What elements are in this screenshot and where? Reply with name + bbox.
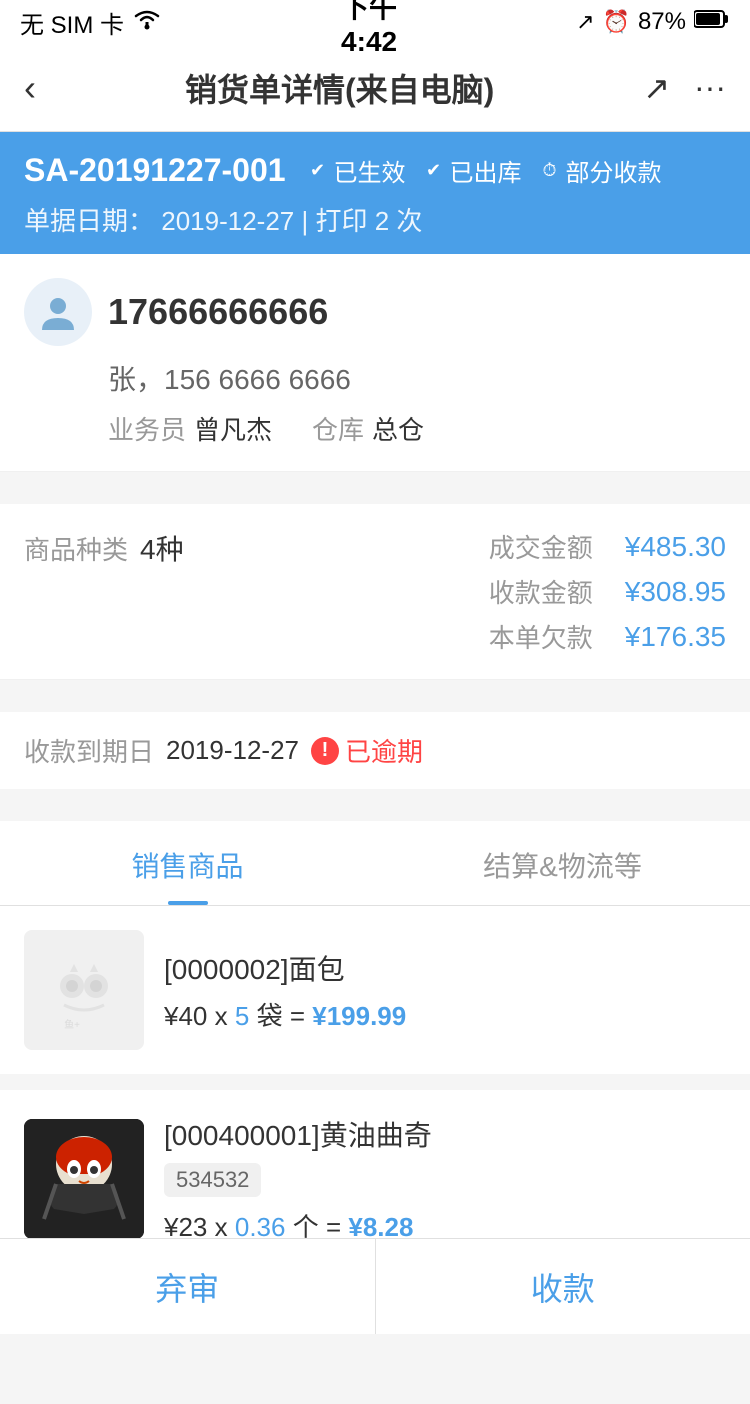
status-bar-right: ↗ ⏰ 87%: [576, 8, 730, 36]
banner-badges: ✔ 已生效 ✔ 已出库 ⏱ 部分收款: [306, 153, 662, 188]
tab-sales-label: 销售商品: [131, 851, 243, 882]
carrier-text: 无 SIM 卡: [20, 5, 124, 40]
product-price-1: ¥40 x 5 袋 = ¥199.99: [164, 996, 726, 1033]
divider-1: [0, 472, 750, 488]
order-date: 2019-12-27: [161, 206, 294, 236]
badge-effective-label: 已生效: [334, 153, 406, 188]
overdue-text: 已逾期: [345, 732, 423, 769]
customer-id: 17666666666: [108, 291, 328, 333]
location-icon: ↗: [576, 9, 594, 35]
deal-amount-label: 成交金额: [489, 528, 593, 565]
divider-2: [0, 680, 750, 696]
customer-meta: 业务员 曾凡杰 仓库 总仓: [24, 410, 726, 447]
badge-effective: ✔ 已生效: [306, 153, 406, 188]
print-unit: 次: [396, 206, 422, 236]
status-bar: 无 SIM 卡 下午4:42 ↗ ⏰ 87%: [0, 0, 750, 44]
badge-partial-payment: ⏱ 部分收款: [538, 153, 662, 188]
badge-shipped: ✔ 已出库: [422, 153, 522, 188]
summary-row: 商品种类 4种 成交金额 ¥485.30 收款金额 ¥308.95 本单欠款 ¥…: [24, 528, 726, 655]
due-date-value: 2019-12-27: [166, 735, 299, 766]
tab-settlement-label: 结算&物流等: [483, 851, 642, 882]
debt-value: ¥176.35: [625, 621, 726, 653]
table-row: 鱼+ [0000002]面包 ¥40 x 5 袋 = ¥199.99: [0, 906, 750, 1074]
clock-icon: ⏱: [538, 159, 562, 183]
separator: |: [301, 206, 315, 236]
product-info-1: [0000002]面包 ¥40 x 5 袋 = ¥199.99: [164, 948, 726, 1033]
battery-icon: [694, 8, 730, 36]
tabs-section: 销售商品 结算&物流等: [0, 821, 750, 906]
due-section: 收款到期日 2019-12-27 ! 已逾期: [0, 712, 750, 789]
overdue-icon: !: [311, 737, 339, 765]
product-list: 鱼+ [0000002]面包 ¥40 x 5 袋 = ¥199.99: [0, 906, 750, 1268]
page-title: 销货单详情(来自电脑): [185, 65, 494, 111]
date-label: 单据日期：: [24, 206, 154, 236]
warehouse-item: 仓库 总仓: [312, 410, 424, 447]
unit-1: 袋: [257, 1001, 283, 1031]
bottom-bar: 弃审 收款: [0, 1238, 750, 1334]
tab-underline: [168, 901, 208, 905]
product-thumb-1: 鱼+: [24, 930, 144, 1050]
check-icon-1: ✔: [306, 159, 330, 183]
divider-3: [0, 789, 750, 805]
warehouse-label: 仓库: [312, 410, 364, 447]
avatar: [24, 278, 92, 346]
debt-amount-row: 本单欠款 ¥176.35: [489, 618, 726, 655]
payment-button[interactable]: 收款: [376, 1239, 750, 1334]
received-amount-label: 收款金额: [489, 573, 593, 610]
check-icon-2: ✔: [422, 159, 446, 183]
total-1: ¥199.99: [312, 1001, 406, 1031]
product-name-1: [0000002]面包: [164, 948, 726, 988]
share-icon[interactable]: ↗: [643, 69, 670, 107]
category-count: 4种: [140, 528, 184, 568]
alarm-icon: ⏰: [603, 9, 630, 35]
sales-person-item: 业务员 曾凡杰: [108, 410, 272, 447]
product-info-2: [000400001]黄油曲奇 534532 ¥23 x 0.36 个 = ¥8…: [164, 1114, 726, 1244]
unit-price-1: ¥40: [164, 1001, 207, 1031]
print-count: 2: [375, 206, 389, 236]
received-amount-row: 收款金额 ¥308.95: [489, 573, 726, 610]
svg-text:鱼+: 鱼+: [64, 1018, 80, 1030]
badge-partial-label: 部分收款: [566, 153, 662, 188]
header-banner: SA-20191227-001 ✔ 已生效 ✔ 已出库 ⏱ 部分收款 单据日期：…: [0, 132, 750, 254]
nav-actions: ↗ ···: [643, 69, 726, 107]
more-icon[interactable]: ···: [694, 69, 726, 106]
badge-shipped-label: 已出库: [450, 153, 522, 188]
print-label: 打印: [315, 206, 367, 236]
order-id: SA-20191227-001: [24, 152, 286, 189]
customer-section: 17666666666 张，156 6666 6666 业务员 曾凡杰 仓库 总…: [0, 254, 750, 472]
summary-left: 商品种类 4种: [24, 528, 184, 568]
tab-sales-products[interactable]: 销售商品: [0, 821, 375, 905]
product-name-2: [000400001]黄油曲奇: [164, 1114, 726, 1154]
quantity-1: 5: [235, 1001, 249, 1031]
deal-amount-row: 成交金额 ¥485.30: [489, 528, 726, 565]
deal-amount-value: ¥485.30: [625, 531, 726, 563]
summary-section: 商品种类 4种 成交金额 ¥485.30 收款金额 ¥308.95 本单欠款 ¥…: [0, 504, 750, 680]
sku-tag-2: 534532: [164, 1163, 261, 1197]
category-label: 商品种类: [24, 530, 128, 567]
sales-value: 曾凡杰: [194, 410, 272, 447]
debt-label: 本单欠款: [489, 618, 593, 655]
product-thumb-2: [24, 1119, 144, 1239]
banner-row2: 单据日期： 2019-12-27 | 打印 2 次: [24, 201, 726, 238]
tab-settlement[interactable]: 结算&物流等: [375, 821, 750, 905]
equal-sign-1: =: [290, 1001, 312, 1031]
customer-name-phone: 张，156 6666 6666: [24, 358, 726, 398]
customer-row1: 17666666666: [24, 278, 726, 346]
sales-label: 业务员: [108, 410, 186, 447]
wifi-icon: [132, 8, 162, 37]
battery-text: 87%: [638, 8, 686, 36]
received-amount-value: ¥308.95: [625, 576, 726, 608]
warehouse-value: 总仓: [372, 410, 424, 447]
cancel-audit-button[interactable]: 弃审: [0, 1239, 376, 1334]
banner-row1: SA-20191227-001 ✔ 已生效 ✔ 已出库 ⏱ 部分收款: [24, 152, 726, 189]
summary-right: 成交金额 ¥485.30 收款金额 ¥308.95 本单欠款 ¥176.35: [489, 528, 726, 655]
status-bar-left: 无 SIM 卡: [20, 5, 162, 40]
back-button[interactable]: ‹: [24, 67, 36, 109]
due-label: 收款到期日: [24, 732, 154, 769]
status-time: 下午4:42: [341, 0, 397, 58]
overdue-badge: ! 已逾期: [311, 732, 423, 769]
tabs-bar: 销售商品 结算&物流等: [0, 821, 750, 906]
multiply-sign-1: x: [215, 1001, 235, 1031]
